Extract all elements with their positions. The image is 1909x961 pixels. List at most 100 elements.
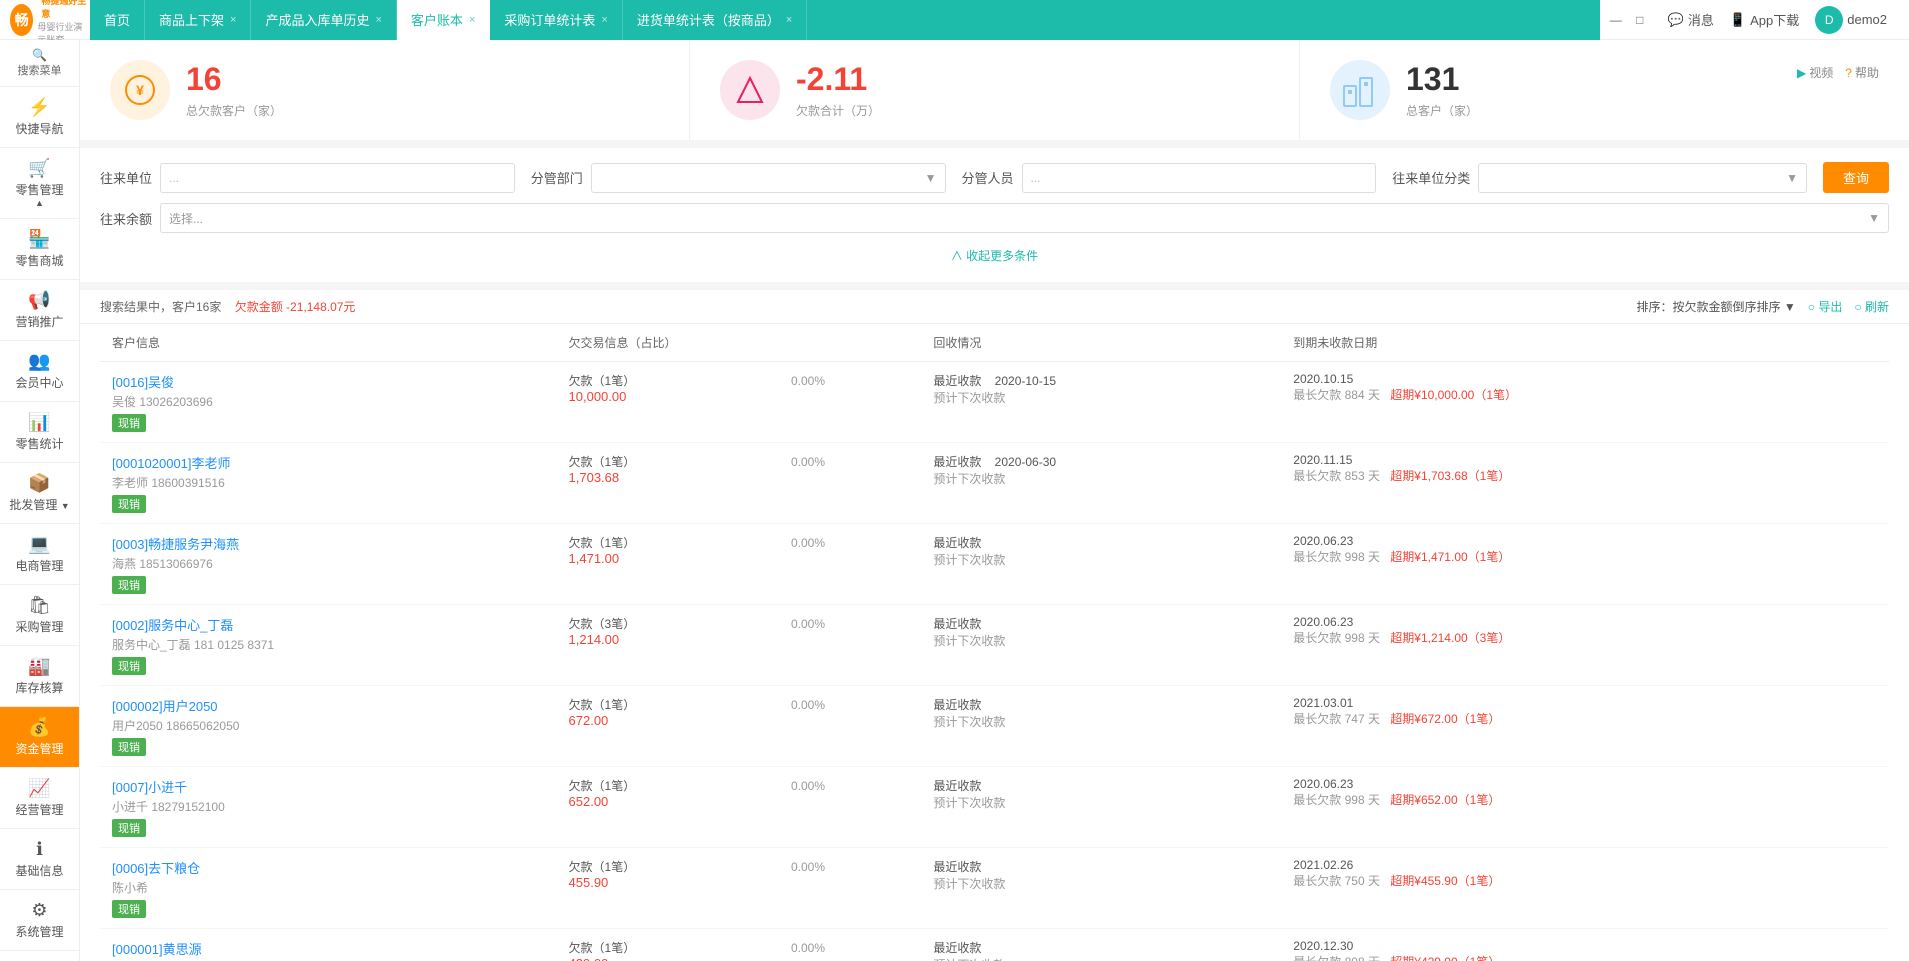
batch-mgmt-icon: 📦 (4, 473, 75, 494)
overdue-link-0[interactable]: 超期¥10,000.00（1笔） (1390, 388, 1517, 402)
debt-pct-5: 0.00% (791, 779, 909, 793)
sidebar-item-system-mgmt[interactable]: ⚙ 系统管理 (0, 890, 79, 951)
filter-group-dept: 分管部门 ▼ (531, 163, 946, 193)
filter-group-from-unit: 往来单位 ... (100, 163, 515, 193)
customer-name-link-1[interactable]: [0001020001]李老师 (112, 456, 231, 471)
sidebar-item-inventory[interactable]: 🏭 库存核算 (0, 646, 79, 707)
customer-name-link-4[interactable]: [000002]用户2050 (112, 699, 218, 714)
customer-name-link-2[interactable]: [0003]畅捷服务尹海燕 (112, 537, 239, 552)
retail-store-icon: 🏪 (4, 229, 75, 250)
overdue-days-1: 最长欠款 853 天 (1293, 469, 1386, 483)
sidebar-item-batch-mgmt[interactable]: 📦 批发管理 ▼ (0, 463, 79, 524)
overdue-link-1[interactable]: 超期¥1,703.68（1笔） (1390, 469, 1510, 483)
tab-close-production[interactable]: × (375, 14, 381, 26)
debt-amount-1[interactable]: 1,703.68 (569, 470, 767, 485)
debt-amount-3[interactable]: 1,214.00 (569, 632, 767, 647)
sidebar-item-marketing[interactable]: 📢 营销推广 (0, 280, 79, 341)
from-unit-input[interactable]: ... (160, 163, 515, 193)
debt-amount-4[interactable]: 672.00 (569, 713, 767, 728)
remaining-label: 往来余额 (100, 209, 152, 228)
debt-amount-5[interactable]: 652.00 (569, 794, 767, 809)
sidebar-item-basic-info[interactable]: ℹ 基础信息 (0, 829, 79, 890)
due-date-1: 2020.11.15 (1293, 453, 1877, 467)
tab-purchase-order[interactable]: 采购订单统计表 × (490, 0, 622, 40)
overdue-info-1: 最长欠款 853 天 超期¥1,703.68（1笔） (1293, 467, 1877, 484)
debt-pct-1: 0.00% (791, 455, 909, 469)
refresh-btn[interactable]: ○ 刷新 (1854, 298, 1889, 315)
sidebar-search[interactable]: 🔍 搜索菜单 (0, 40, 79, 87)
customer-name-link-7[interactable]: [000001]黄思源 (112, 942, 202, 957)
table-row: [000002]用户2050 用户2050 18665062050 现销 欠款（… (100, 686, 1889, 767)
maximize-btn[interactable]: □ (1632, 12, 1648, 28)
overdue-link-5[interactable]: 超期¥652.00（1笔） (1390, 793, 1500, 807)
collapse-arrow-icon: ∧ (951, 249, 966, 263)
user-menu[interactable]: D demo2 (1815, 6, 1887, 34)
video-btn[interactable]: ▶ 视频 (1797, 64, 1833, 81)
table-row: [000001]黄思源 黄思源 13552700226 现销 欠款（1笔） 42… (100, 929, 1889, 961)
overdue-link-4[interactable]: 超期¥672.00（1笔） (1390, 712, 1500, 726)
cell-collection-2: 最近收款 预计下次收款 (921, 524, 1281, 605)
customer-name-link-3[interactable]: [0002]服务中心_丁磊 (112, 618, 233, 633)
sidebar-item-enterprise[interactable]: 🤝 企业协同 (0, 951, 79, 961)
next-collection-2: 预计下次收款 (933, 551, 1269, 568)
sidebar-item-member-center[interactable]: 👥 会员中心 (0, 341, 79, 402)
app-download-btn[interactable]: 📱 App下载 (1730, 10, 1799, 29)
sidebar-item-retail-stats[interactable]: 📊 零售统计 (0, 402, 79, 463)
tab-products[interactable]: 商品上下架 × (145, 0, 251, 40)
tab-production[interactable]: 产成品入库单历史 × (251, 0, 396, 40)
tab-purchase-stats[interactable]: 进货单统计表（按商品） × (623, 0, 807, 40)
debt-amount-2[interactable]: 1,471.00 (569, 551, 767, 566)
cell-debt-5: 欠款（1笔） 652.00 (557, 767, 779, 848)
tab-close-stats[interactable]: × (786, 14, 792, 26)
overdue-link-3[interactable]: 超期¥1,214.00（3笔） (1390, 631, 1510, 645)
debt-desc-1: 欠款（1笔） (569, 453, 767, 470)
unit-classify-input[interactable]: ▼ (1478, 163, 1807, 193)
sidebar-item-ecommerce[interactable]: 💻 电商管理 (0, 524, 79, 585)
message-btn[interactable]: 💬 消息 (1668, 10, 1714, 29)
remaining-input[interactable]: 选择... ▼ (160, 203, 1889, 233)
customer-name-link-6[interactable]: [0006]去下粮仓 (112, 861, 200, 876)
tab-close-purchase[interactable]: × (601, 14, 607, 26)
tab-close-customer[interactable]: × (469, 14, 475, 26)
sidebar-item-purchase-mgmt[interactable]: 🛍 采购管理 (0, 585, 79, 646)
cell-debt-3: 欠款（3笔） 1,214.00 (557, 605, 779, 686)
debt-amount-0[interactable]: 10,000.00 (569, 389, 767, 404)
member-center-icon: 👥 (4, 351, 75, 372)
tab-close-products[interactable]: × (230, 14, 236, 26)
debt-amount-6[interactable]: 455.90 (569, 875, 767, 890)
sidebar-item-retail-mgmt[interactable]: 🛒 零售管理 ▲ (0, 148, 79, 219)
tab-customer-account[interactable]: 客户账本 × (397, 0, 490, 40)
tab-home[interactable]: 首页 (90, 0, 145, 40)
overdue-link-7[interactable]: 超期¥429.00（1笔） (1390, 955, 1500, 961)
manager-input[interactable]: ... (1022, 163, 1377, 193)
sort-label[interactable]: 排序：按欠款金额倒序排序 ▼ (1637, 298, 1796, 315)
collapse-btn[interactable]: ∧ 收起更多条件 (100, 243, 1889, 268)
customer-sub-0: 吴俊 13026203696 (112, 393, 545, 410)
sort-arrow-icon: ▼ (1784, 300, 1796, 314)
filter-group-manager: 分管人员 ... (962, 163, 1377, 193)
help-btn[interactable]: ? 帮助 (1845, 64, 1879, 81)
results-bar: 搜索结果中，客户16家 欠款金额 -21,148.07元 排序：按欠款金额倒序排… (80, 290, 1909, 324)
cell-pct-5: 0.00% (779, 767, 921, 848)
dept-input[interactable]: ▼ (591, 163, 946, 193)
sidebar-item-retail-store[interactable]: 🏪 零售商城 (0, 219, 79, 280)
filter-group-remaining: 往来余额 选择... ▼ (100, 203, 1889, 233)
overdue-days-2: 最长欠款 998 天 (1293, 550, 1386, 564)
overdue-link-2[interactable]: 超期¥1,471.00（1笔） (1390, 550, 1510, 564)
overdue-link-6[interactable]: 超期¥455.90（1笔） (1390, 874, 1500, 888)
due-date-0: 2020.10.15 (1293, 372, 1877, 386)
search-button[interactable]: 查询 (1823, 162, 1889, 193)
marketing-icon: 📢 (4, 290, 75, 311)
customer-name-link-0[interactable]: [0016]吴俊 (112, 375, 174, 390)
message-icon: 💬 (1668, 12, 1684, 28)
sidebar-item-quick-nav[interactable]: ⚡ 快捷导航 (0, 87, 79, 148)
overdue-info-5: 最长欠款 998 天 超期¥652.00（1笔） (1293, 791, 1877, 808)
sidebar-item-operations[interactable]: 📈 经营管理 (0, 768, 79, 829)
debt-amount-7[interactable]: 429.00 (569, 956, 767, 961)
export-btn[interactable]: ○ 导出 (1808, 298, 1843, 315)
app-name: 畅捷通好生意 (41, 0, 90, 20)
sidebar-item-finance[interactable]: 💰 资金管理 (0, 707, 79, 768)
cell-collection-1: 最近收款 2020-06-30 预计下次收款 (921, 443, 1281, 524)
customer-name-link-5[interactable]: [0007]小进千 (112, 780, 187, 795)
minimize-btn[interactable]: — (1608, 12, 1624, 28)
